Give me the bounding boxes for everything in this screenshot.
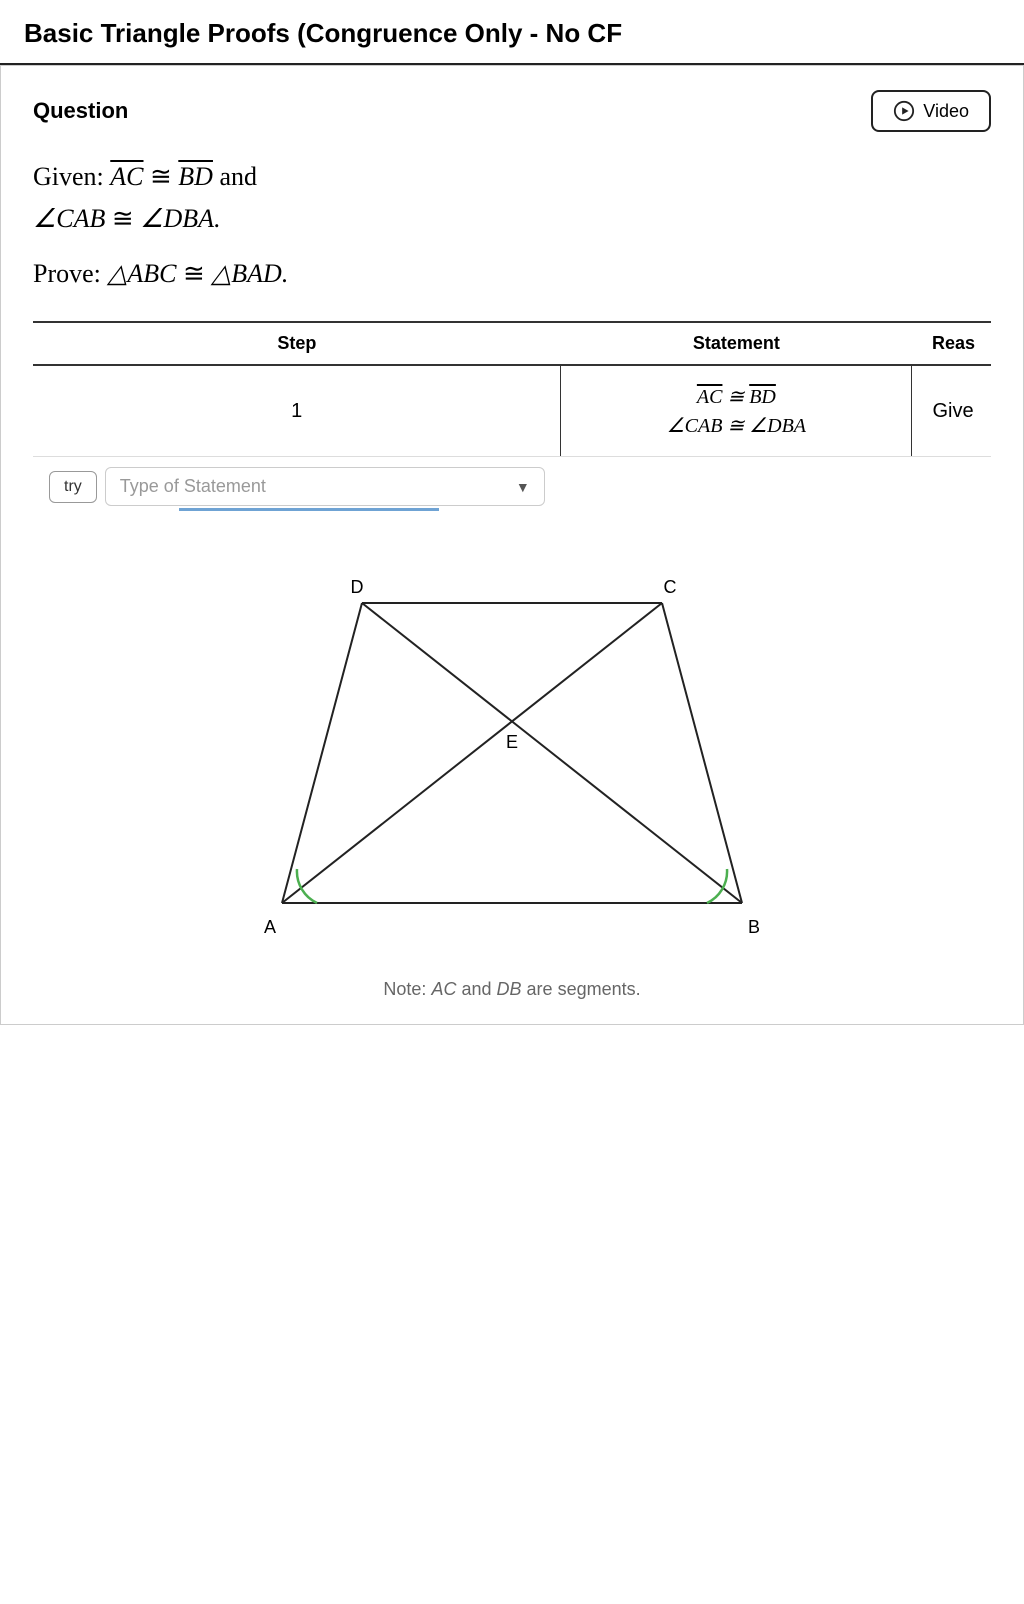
note-text: Note: AC and DB are segments. xyxy=(383,979,640,1000)
table-row: 1 AC ≅ BD ∠CAB ≅ ∠DBA Give xyxy=(33,365,991,457)
try-row: try Type of Statement ▼ xyxy=(33,457,991,512)
step-1: 1 xyxy=(33,365,561,457)
type-of-statement-dropdown[interactable]: Type of Statement ▼ xyxy=(105,467,545,506)
main-content: Question Video Given: AC ≅ BD and ∠CAB ≅… xyxy=(0,65,1024,1025)
page-title: Basic Triangle Proofs (Congruence Only -… xyxy=(0,0,1024,65)
given-section: Given: AC ≅ BD and ∠CAB ≅ ∠DBA. xyxy=(33,156,991,239)
point-d-label: D xyxy=(351,577,364,597)
prove-eq-right: △BAD. xyxy=(211,259,288,288)
question-row: Question Video xyxy=(33,90,991,132)
prove-prefix: Prove: xyxy=(33,259,107,288)
note-ac: AC xyxy=(431,979,456,999)
dropdown-underline xyxy=(179,508,439,511)
given-eq2-right: ∠DBA. xyxy=(140,204,220,233)
given-eq1-right: BD xyxy=(178,162,219,191)
given-congruent-1: ≅ xyxy=(150,162,178,191)
statement-1: AC ≅ BD ∠CAB ≅ ∠DBA xyxy=(561,365,912,457)
try-button[interactable]: try xyxy=(49,471,97,503)
prove-section: Prove: △ABC ≅ △BAD. xyxy=(33,259,991,289)
video-button-label: Video xyxy=(923,101,969,122)
statement-1-line1: AC ≅ BD xyxy=(577,384,895,409)
point-b-label: B xyxy=(748,917,760,937)
prove-eq-left: △ABC xyxy=(107,259,176,288)
note-db: DB xyxy=(497,979,522,999)
try-reason-cell xyxy=(912,457,991,512)
given-and: and xyxy=(219,162,257,191)
given-prefix: Given: xyxy=(33,162,104,191)
table-header-reason: Reas xyxy=(912,322,991,365)
note-prefix: Note: xyxy=(383,979,426,999)
diagram-container: D C E A B Note: AC and DB are segments. xyxy=(33,543,991,1000)
table-header-statement: Statement xyxy=(561,322,912,365)
proof-table: Step Statement Reas 1 AC ≅ BD ∠CAB ≅ ∠DB… xyxy=(33,321,991,511)
point-e-label: E xyxy=(506,732,518,752)
note-and: and xyxy=(461,979,496,999)
given-congruent-2: ≅ xyxy=(112,204,140,233)
dropdown-placeholder: Type of Statement xyxy=(120,476,266,497)
try-row-inner: try Type of Statement ▼ xyxy=(49,467,545,506)
given-eq1-left: AC xyxy=(110,162,150,191)
point-a-label: A xyxy=(264,917,276,937)
statement-1-line2: ∠CAB ≅ ∠DBA xyxy=(577,413,895,438)
video-button[interactable]: Video xyxy=(871,90,991,132)
try-step-cell: try Type of Statement ▼ xyxy=(33,457,561,512)
point-c-label: C xyxy=(664,577,677,597)
geometry-diagram: D C E A B xyxy=(202,543,822,963)
prove-congruent: ≅ xyxy=(183,259,211,288)
chevron-down-icon: ▼ xyxy=(516,479,530,495)
given-eq2-left: ∠CAB xyxy=(33,204,105,233)
try-statement-cell xyxy=(561,457,912,512)
table-header-step: Step xyxy=(33,322,561,365)
note-suffix: are segments. xyxy=(527,979,641,999)
question-label: Question xyxy=(33,98,128,124)
reason-1: Give xyxy=(912,365,991,457)
play-icon xyxy=(893,100,915,122)
